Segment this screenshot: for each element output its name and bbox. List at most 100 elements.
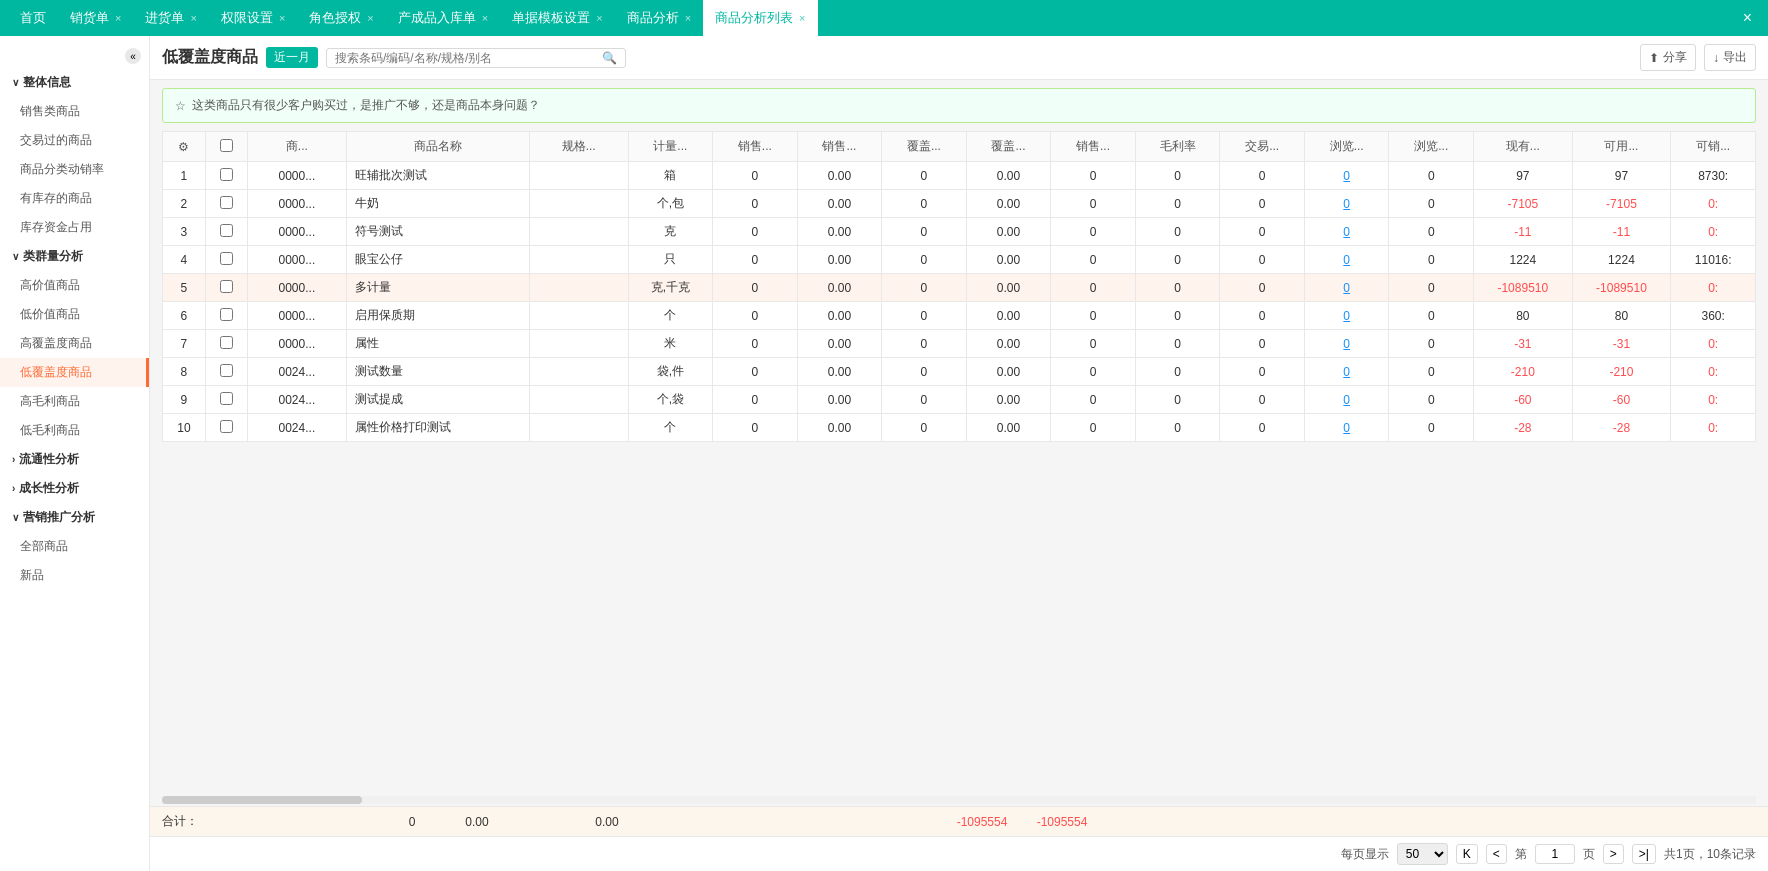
nav-item-产成品入库单[interactable]: 产成品入库单×: [386, 0, 500, 36]
cell-1[interactable]: [205, 414, 247, 442]
col-header-10[interactable]: 销售...: [1051, 132, 1136, 162]
cell-13[interactable]: 0: [1304, 302, 1389, 330]
cell-13[interactable]: 0: [1304, 246, 1389, 274]
row-checkbox[interactable]: [220, 168, 233, 181]
search-icon[interactable]: 🔍: [602, 51, 617, 65]
cell-1[interactable]: [205, 274, 247, 302]
cell-13[interactable]: 0: [1304, 162, 1389, 190]
nav-item-商品分析列表[interactable]: 商品分析列表×: [703, 0, 817, 36]
horizontal-scrollbar[interactable]: [162, 796, 1756, 804]
sidebar-item-高价值商品[interactable]: 高价值商品: [0, 271, 149, 300]
col-header-5[interactable]: 计量...: [628, 132, 713, 162]
nav-item-单据模板设置[interactable]: 单据模板设置×: [500, 0, 614, 36]
nav-close-icon[interactable]: ×: [367, 12, 373, 24]
settings-icon[interactable]: ⚙: [178, 140, 189, 154]
cell-1[interactable]: [205, 190, 247, 218]
sidebar-section-营销推广分析[interactable]: ∨营销推广分析: [0, 503, 149, 532]
col-header-12[interactable]: 交易...: [1220, 132, 1305, 162]
cell-1[interactable]: [205, 218, 247, 246]
nav-close-icon[interactable]: ×: [482, 12, 488, 24]
next-page-button[interactable]: >: [1603, 844, 1624, 864]
row-checkbox[interactable]: [220, 364, 233, 377]
row-checkbox[interactable]: [220, 336, 233, 349]
cell-1[interactable]: [205, 358, 247, 386]
col-header-13[interactable]: 浏览...: [1304, 132, 1389, 162]
col-header-4[interactable]: 规格...: [529, 132, 628, 162]
nav-close-icon[interactable]: ×: [279, 12, 285, 24]
row-checkbox[interactable]: [220, 252, 233, 265]
col-header-3[interactable]: 商品名称: [346, 132, 529, 162]
col-header-15[interactable]: 现有...: [1474, 132, 1573, 162]
nav-item-进货单[interactable]: 进货单×: [133, 0, 208, 36]
row-checkbox[interactable]: [220, 224, 233, 237]
row-checkbox[interactable]: [220, 280, 233, 293]
col-header-17[interactable]: 可销...: [1671, 132, 1756, 162]
col-header-8[interactable]: 覆盖...: [882, 132, 967, 162]
sidebar-item-交易过的商品[interactable]: 交易过的商品: [0, 126, 149, 155]
cell-1[interactable]: [205, 302, 247, 330]
sidebar-section-整体信息[interactable]: ∨整体信息: [0, 68, 149, 97]
nav-close-icon[interactable]: ×: [190, 12, 196, 24]
cell-1[interactable]: [205, 162, 247, 190]
sidebar-item-高覆盖度商品[interactable]: 高覆盖度商品: [0, 329, 149, 358]
row-checkbox[interactable]: [220, 196, 233, 209]
nav-close-icon[interactable]: ×: [799, 12, 805, 24]
export-button[interactable]: ↓ 导出: [1704, 44, 1756, 71]
per-page-select[interactable]: 5020100: [1397, 843, 1448, 865]
col-header-16[interactable]: 可用...: [1572, 132, 1671, 162]
nav-item-首页[interactable]: 首页: [8, 0, 58, 36]
scrollbar-thumb[interactable]: [162, 796, 362, 804]
row-checkbox[interactable]: [220, 308, 233, 321]
cell-13[interactable]: 0: [1304, 358, 1389, 386]
col-header-9[interactable]: 覆盖...: [966, 132, 1051, 162]
cell-13[interactable]: 0: [1304, 386, 1389, 414]
col-header-6[interactable]: 销售...: [713, 132, 798, 162]
window-close-button[interactable]: ×: [1735, 9, 1760, 27]
nav-close-icon[interactable]: ×: [115, 12, 121, 24]
sidebar-item-新品[interactable]: 新品: [0, 561, 149, 590]
sidebar-item-低毛利商品[interactable]: 低毛利商品: [0, 416, 149, 445]
cell-13[interactable]: 0: [1304, 414, 1389, 442]
nav-close-icon[interactable]: ×: [685, 12, 691, 24]
col-header-1[interactable]: [205, 132, 247, 162]
cell-1[interactable]: [205, 386, 247, 414]
sidebar-item-商品分类动销率[interactable]: 商品分类动销率: [0, 155, 149, 184]
first-page-button[interactable]: K: [1456, 844, 1478, 864]
row-checkbox[interactable]: [220, 392, 233, 405]
col-header-7[interactable]: 销售...: [797, 132, 882, 162]
nav-close-icon[interactable]: ×: [596, 12, 602, 24]
page-number-input[interactable]: [1535, 844, 1575, 864]
share-button[interactable]: ⬆ 分享: [1640, 44, 1696, 71]
row-checkbox[interactable]: [220, 420, 233, 433]
sidebar-item-销售类商品[interactable]: 销售类商品: [0, 97, 149, 126]
prev-page-button[interactable]: <: [1486, 844, 1507, 864]
sidebar-item-低覆盖度商品[interactable]: 低覆盖度商品: [0, 358, 149, 387]
cell-1[interactable]: [205, 246, 247, 274]
sidebar-item-低价值商品[interactable]: 低价值商品: [0, 300, 149, 329]
nav-item-角色授权[interactable]: 角色授权×: [297, 0, 385, 36]
sidebar-section-成长性分析[interactable]: ›成长性分析: [0, 474, 149, 503]
cell-13[interactable]: 0: [1304, 190, 1389, 218]
cell-13[interactable]: 0: [1304, 218, 1389, 246]
nav-item-权限设置[interactable]: 权限设置×: [209, 0, 297, 36]
sidebar-collapse-button[interactable]: «: [125, 48, 141, 64]
cell-13[interactable]: 0: [1304, 330, 1389, 358]
col-header-0[interactable]: ⚙: [163, 132, 206, 162]
sidebar-item-全部商品[interactable]: 全部商品: [0, 532, 149, 561]
sidebar-item-有库存的商品[interactable]: 有库存的商品: [0, 184, 149, 213]
col-header-14[interactable]: 浏览...: [1389, 132, 1474, 162]
cell-1[interactable]: [205, 330, 247, 358]
nav-item-商品分析[interactable]: 商品分析×: [615, 0, 703, 36]
table-container[interactable]: ⚙商...商品名称规格...计量...销售...销售...覆盖...覆盖...销…: [150, 131, 1768, 794]
time-filter-tag[interactable]: 近一月: [266, 47, 318, 68]
sidebar-item-库存资金占用[interactable]: 库存资金占用: [0, 213, 149, 242]
search-input[interactable]: [335, 51, 602, 65]
sidebar-section-类群量分析[interactable]: ∨类群量分析: [0, 242, 149, 271]
sidebar-item-高毛利商品[interactable]: 高毛利商品: [0, 387, 149, 416]
col-header-11[interactable]: 毛利率: [1135, 132, 1220, 162]
sidebar-section-流通性分析[interactable]: ›流通性分析: [0, 445, 149, 474]
cell-13[interactable]: 0: [1304, 274, 1389, 302]
last-page-button[interactable]: >|: [1632, 844, 1656, 864]
select-all-checkbox[interactable]: [220, 139, 233, 152]
col-header-2[interactable]: 商...: [248, 132, 347, 162]
